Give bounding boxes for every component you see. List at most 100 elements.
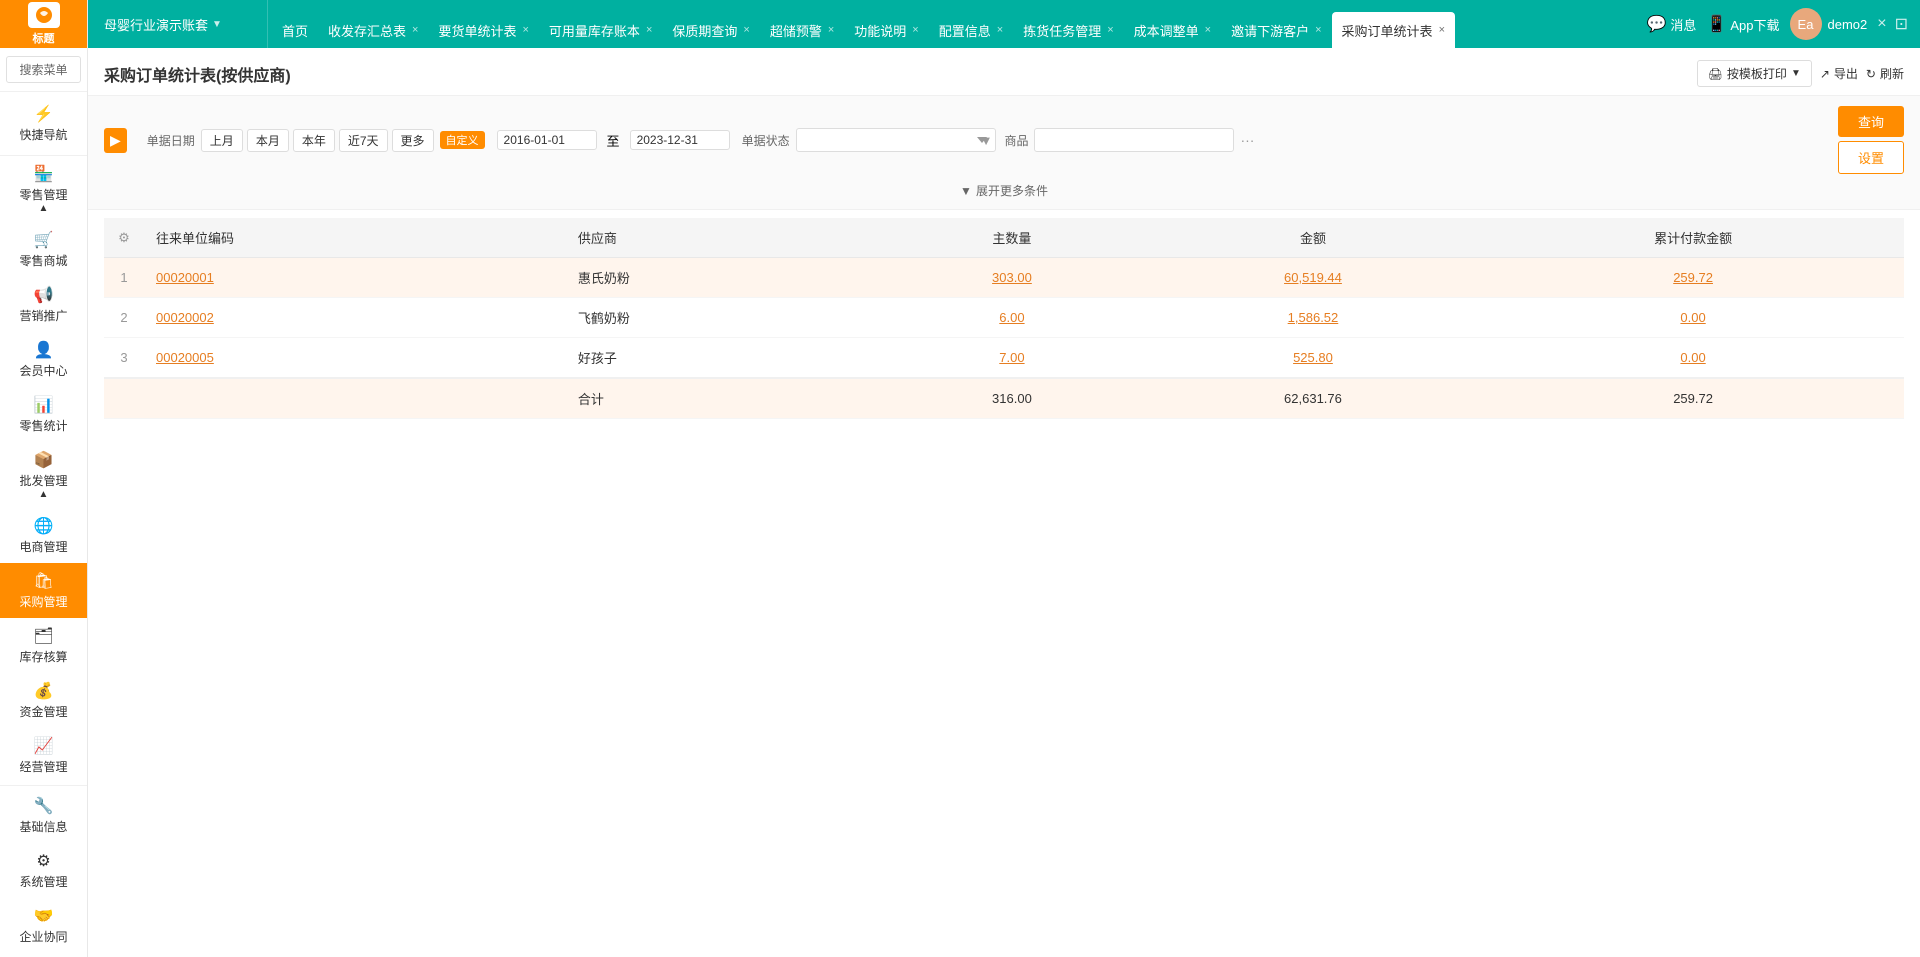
- expand-label: 展开更多条件: [976, 182, 1048, 199]
- tab-order-stat[interactable]: 要货单统计表 ×: [428, 12, 538, 48]
- tab-order-stat-close[interactable]: ×: [522, 24, 528, 36]
- tab-cost-adjust[interactable]: 成本调整单 ×: [1124, 12, 1221, 48]
- tab-expiry-close[interactable]: ×: [743, 24, 749, 36]
- table-container: ⚙ 往来单位编码 供应商 主数量 金额 累计付款金额 1 00020001 惠氏: [88, 210, 1920, 957]
- expand-more-button[interactable]: ▼ 展开更多条件: [960, 182, 1048, 199]
- tab-cost-adjust-close[interactable]: ×: [1205, 24, 1211, 36]
- close-window-button[interactable]: ×: [1877, 15, 1886, 33]
- sidebar-item-retail[interactable]: 🏪 零售管理 ▲: [0, 156, 87, 222]
- ecommerce-icon: 🌐: [34, 516, 54, 536]
- tab-invite-close[interactable]: ×: [1315, 24, 1321, 36]
- divider: [0, 785, 87, 786]
- sidebar-item-enterprise[interactable]: 🤝 企业协同: [0, 898, 87, 953]
- tab-available-stock[interactable]: 可用量库存账本 ×: [539, 12, 662, 48]
- search-button[interactable]: 查询: [1838, 106, 1904, 137]
- date-btn-more[interactable]: 更多: [392, 129, 434, 152]
- date-filter-label: 单据日期: [147, 132, 195, 149]
- date-btn-this-year[interactable]: 本年: [293, 129, 335, 152]
- date-btn-last-month[interactable]: 上月: [201, 129, 243, 152]
- tab-available-stock-close[interactable]: ×: [646, 24, 652, 36]
- tab-func-desc[interactable]: 功能说明 ×: [844, 12, 928, 48]
- table-footer: 合计 316.00 62,631.76 259.72: [104, 378, 1904, 419]
- app-logo[interactable]: 标题: [0, 0, 87, 48]
- table-settings-icon[interactable]: ⚙: [118, 230, 130, 245]
- row-2-amount[interactable]: 1,586.52: [1144, 298, 1482, 338]
- settings-button[interactable]: 设置: [1838, 141, 1904, 174]
- date-from-input[interactable]: [497, 130, 597, 150]
- row-1-paid[interactable]: 259.72: [1482, 258, 1904, 298]
- page-actions: 🖨 按模板打印 ▼ ↗ 导出 ↻ 刷新: [1697, 60, 1904, 87]
- tab-pick-task-close[interactable]: ×: [1107, 24, 1113, 36]
- row-3-amount[interactable]: 525.80: [1144, 338, 1482, 379]
- window-controls: × ⊡: [1877, 14, 1908, 34]
- tab-purchase-stat[interactable]: 采购订单统计表 ×: [1332, 12, 1455, 48]
- sidebar-item-purchase[interactable]: 🛍 采购管理: [0, 563, 87, 618]
- tab-func-desc-close[interactable]: ×: [912, 24, 918, 36]
- tab-expiry[interactable]: 保质期查询 ×: [662, 12, 759, 48]
- date-btn-7days[interactable]: 近7天: [339, 129, 388, 152]
- app-download-icon: 📱: [1706, 14, 1726, 34]
- tab-pick-task[interactable]: 拣货任务管理 ×: [1013, 12, 1123, 48]
- tab-config[interactable]: 配置信息 ×: [929, 12, 1013, 48]
- sidebar-item-basic[interactable]: 🔧 基础信息: [0, 788, 87, 843]
- sidebar-item-ecommerce[interactable]: 🌐 电商管理: [0, 508, 87, 563]
- sidebar-item-quick-nav[interactable]: ⚡ 快捷导航: [0, 96, 87, 151]
- sidebar-item-member[interactable]: 👤 会员中心: [0, 332, 87, 387]
- row-1-amount[interactable]: 60,519.44: [1144, 258, 1482, 298]
- quick-nav-group: ⚡ 快捷导航: [0, 92, 87, 156]
- company-selector[interactable]: 母婴行业演示账套 ▼: [88, 0, 268, 48]
- tab-home[interactable]: 首页: [272, 12, 318, 48]
- search-menu-button[interactable]: 搜索菜单: [6, 56, 81, 83]
- sidebar-item-marketing[interactable]: 📢 营销推广: [0, 277, 87, 332]
- company-name: 母婴行业演示账套: [104, 15, 208, 34]
- sidebar-nav-list: 🏪 零售管理 ▲ 🛒 零售商城 📢 营销推广 👤 会员中心 📊 零售统计 📦 批…: [0, 156, 87, 957]
- row-3-code[interactable]: 00020005: [144, 338, 566, 379]
- tab-invite[interactable]: 邀请下游客户 ×: [1221, 12, 1331, 48]
- tab-receive[interactable]: 收发存汇总表 ×: [318, 12, 428, 48]
- table-row: 2 00020002 飞鹤奶粉 6.00 1,586.52 0.00: [104, 298, 1904, 338]
- table-row: 3 00020005 好孩子 7.00 525.80 0.00: [104, 338, 1904, 379]
- print-button[interactable]: 🖨 按模板打印 ▼: [1697, 60, 1812, 87]
- sidebar-item-operation[interactable]: 📈 经营管理: [0, 728, 87, 783]
- app-download-label: App下载: [1730, 15, 1779, 34]
- export-button[interactable]: ↗ 导出: [1820, 65, 1858, 82]
- tab-config-close[interactable]: ×: [997, 24, 1003, 36]
- user-profile[interactable]: Ea demo2: [1790, 8, 1868, 40]
- member-icon: 👤: [34, 340, 54, 360]
- sidebar-item-retail-mall[interactable]: 🛒 零售商城: [0, 222, 87, 277]
- sidebar-item-retail-stat[interactable]: 📊 零售统计: [0, 387, 87, 442]
- row-1-code[interactable]: 00020001: [144, 258, 566, 298]
- sidebar-item-ecommerce-label: 电商管理: [19, 538, 67, 555]
- minimize-window-button[interactable]: ⊡: [1895, 14, 1908, 34]
- refresh-button[interactable]: ↻ 刷新: [1866, 65, 1904, 82]
- row-3-paid[interactable]: 0.00: [1482, 338, 1904, 379]
- row-1-supplier: 惠氏奶粉: [566, 258, 880, 298]
- tab-receive-close[interactable]: ×: [412, 24, 418, 36]
- row-3-qty[interactable]: 7.00: [880, 338, 1144, 379]
- date-btn-this-month[interactable]: 本月: [247, 129, 289, 152]
- tab-purchase-stat-close[interactable]: ×: [1439, 24, 1445, 36]
- sidebar-item-finance[interactable]: 💰 资金管理: [0, 673, 87, 728]
- message-btn[interactable]: 💬 消息: [1647, 14, 1697, 34]
- row-2-paid[interactable]: 0.00: [1482, 298, 1904, 338]
- col-settings: ⚙: [104, 218, 144, 258]
- sidebar-item-finance-label: 资金管理: [19, 703, 67, 720]
- sidebar-item-guide[interactable]: 🆕 新手引导: [0, 953, 87, 957]
- date-to-input[interactable]: [630, 130, 730, 150]
- print-dropdown-icon: ▼: [1791, 68, 1801, 79]
- status-select[interactable]: [796, 128, 996, 152]
- goods-input[interactable]: [1034, 128, 1234, 152]
- main-content: 母婴行业演示账套 ▼ 首页 收发存汇总表 × 要货单统计表 × 可用量库存账本 …: [88, 0, 1920, 957]
- row-2-code[interactable]: 00020002: [144, 298, 566, 338]
- row-1-qty[interactable]: 303.00: [880, 258, 1144, 298]
- sidebar-item-inventory[interactable]: 🗂 库存核算: [0, 618, 87, 673]
- filter-collapse-button[interactable]: ▶: [104, 128, 127, 153]
- row-2-qty[interactable]: 6.00: [880, 298, 1144, 338]
- tab-overstock-close[interactable]: ×: [828, 24, 834, 36]
- marketing-icon: 📢: [34, 285, 54, 305]
- app-download-btn[interactable]: 📱 App下载: [1706, 14, 1779, 34]
- tab-overstock[interactable]: 超储预警 ×: [760, 12, 844, 48]
- goods-more-button[interactable]: ···: [1240, 132, 1254, 148]
- sidebar-item-wholesale[interactable]: 📦 批发管理 ▲: [0, 442, 87, 508]
- sidebar-item-system[interactable]: ⚙ 系统管理: [0, 843, 87, 898]
